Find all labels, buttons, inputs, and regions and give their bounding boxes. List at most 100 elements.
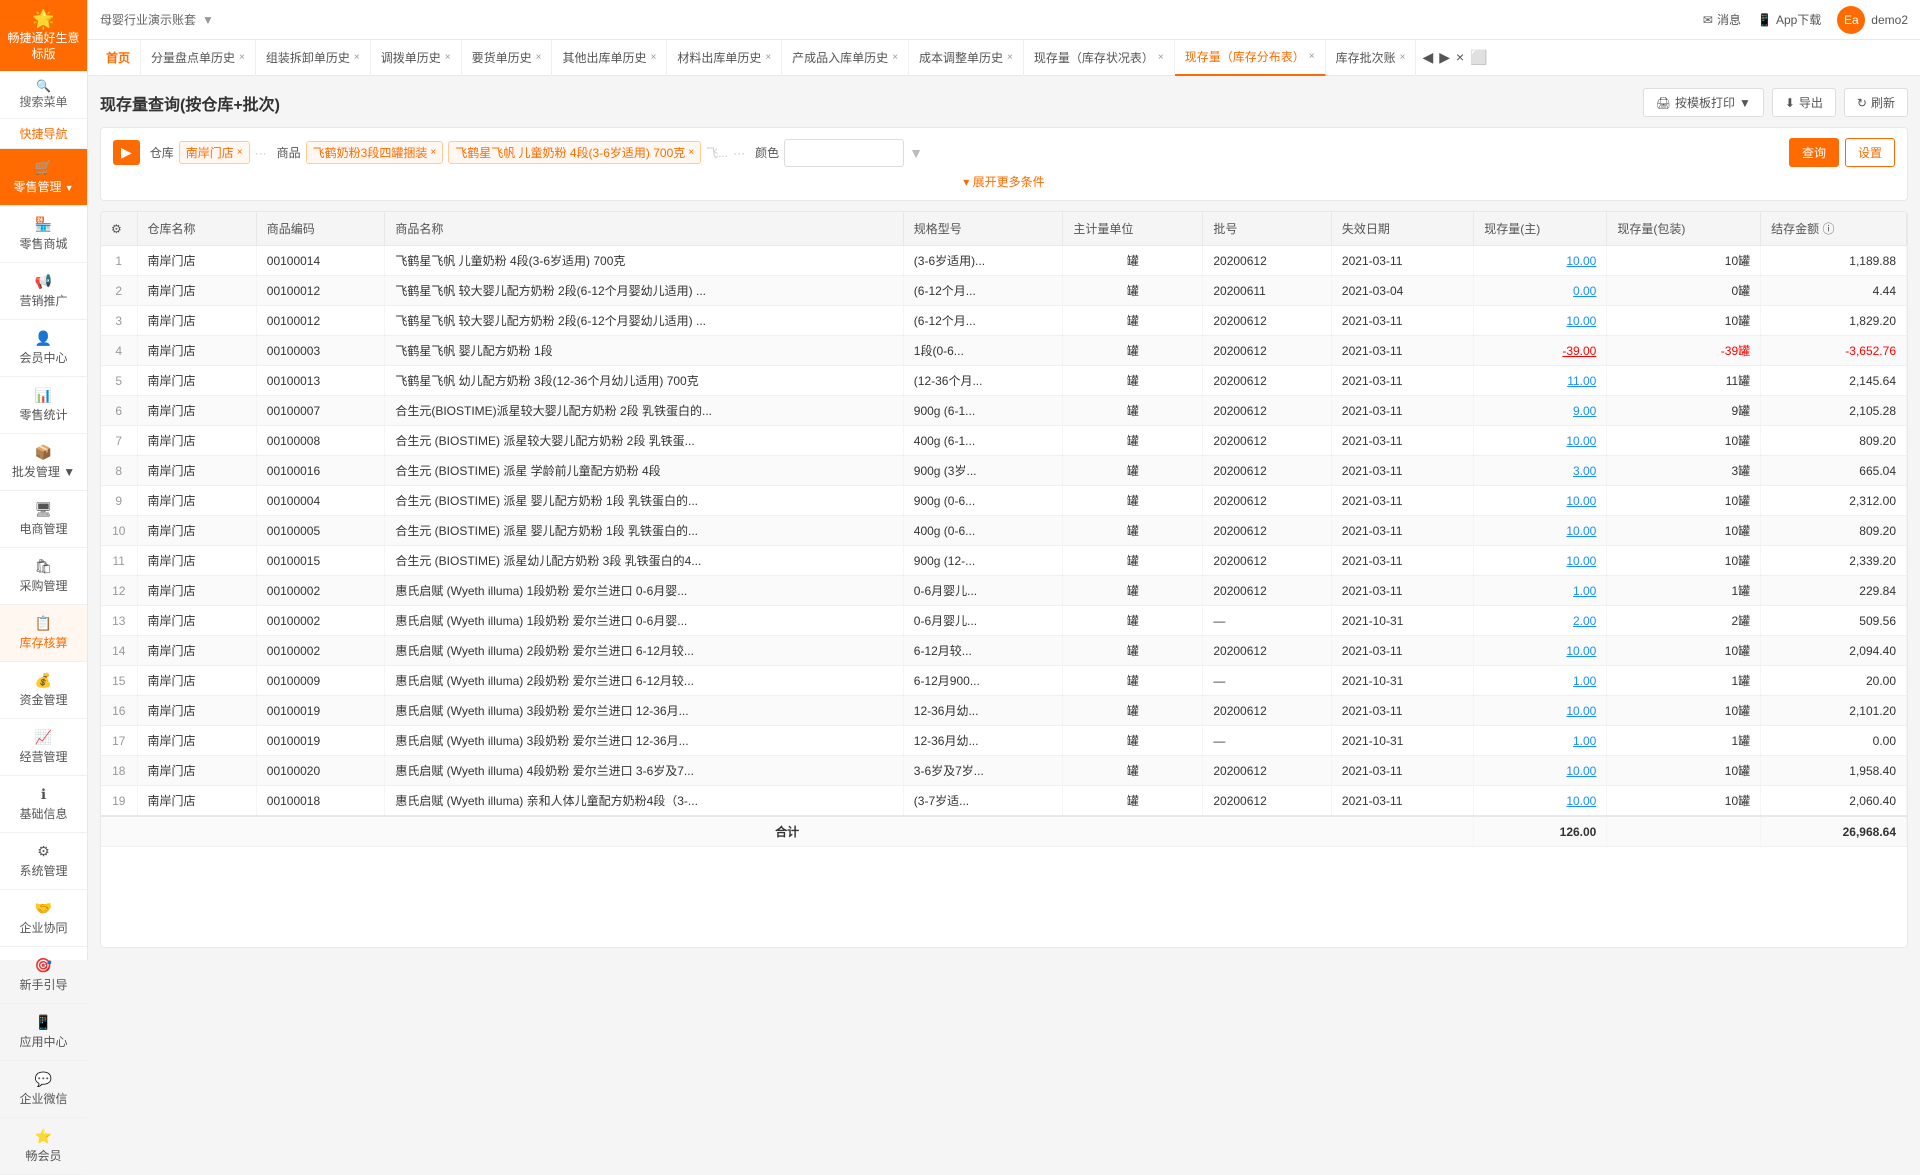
cell-stock-main[interactable]: 10.00 — [1474, 306, 1607, 336]
cell-name[interactable]: 飞鹤星飞帆 婴儿配方奶粉 1段 — [385, 336, 903, 366]
sidebar-item-retail[interactable]: 🛒 零售管理 ▼ — [0, 149, 87, 206]
cell-name[interactable]: 惠氏启赋 (Wyeth illuma) 1段奶粉 爱尔兰进口 0-6月婴... — [385, 576, 903, 606]
sidebar-item-inventory[interactable]: 📋 库存核算 — [0, 605, 87, 662]
sidebar-item-marketing[interactable]: 📢 营销推广 — [0, 263, 87, 320]
goods-more[interactable]: 飞... — [706, 144, 728, 161]
cell-name[interactable]: 合生元 (BIOSTIME) 派星幼儿配方奶粉 3段 乳铁蛋白的4... — [385, 546, 903, 576]
warehouse-tag-close[interactable]: × — [237, 147, 243, 158]
nav-tab-cailiaochuku[interactable]: 材料出库单历史 × — [667, 40, 782, 76]
goods-tag-1[interactable]: 飞鹤奶粉3段四罐捆装 × — [306, 141, 444, 164]
nav-tab-yaohuo[interactable]: 要货单历史 × — [462, 40, 553, 76]
nav-restore[interactable]: ⬜ — [1468, 49, 1489, 66]
nav-tab-chengpinruku[interactable]: 产成品入库单历史 × — [782, 40, 909, 76]
quick-nav-button[interactable]: 快捷导航 — [0, 119, 87, 149]
filter-expand-button[interactable]: ▶ — [113, 140, 140, 165]
cell-stock-main[interactable]: 10.00 — [1474, 636, 1607, 666]
cell-name[interactable]: 惠氏启赋 (Wyeth illuma) 3段奶粉 爱尔兰进口 12-36月... — [385, 696, 903, 726]
warehouse-tag[interactable]: 南岸门店 × — [179, 141, 250, 164]
sidebar-item-retail-stats[interactable]: 📊 零售统计 — [0, 377, 87, 434]
sidebar-item-purchase[interactable]: 🛍 采购管理 — [0, 548, 87, 605]
sidebar-item-ecommerce[interactable]: 🖥 电商管理 — [0, 491, 87, 548]
goods-tag-2[interactable]: 飞鹤星飞帆 儿童奶粉 4段(3-6岁适用) 700克 × — [448, 141, 701, 164]
sidebar-item-finance[interactable]: 💰 资金管理 — [0, 662, 87, 719]
sidebar-item-basic-info[interactable]: ℹ 基础信息 — [0, 776, 87, 833]
warehouse-more[interactable]: ··· — [255, 146, 267, 160]
nav-close-all[interactable]: × — [1454, 49, 1466, 66]
cell-stock-main[interactable]: 2.00 — [1474, 606, 1607, 636]
cell-stock-main[interactable]: -39.00 — [1474, 336, 1607, 366]
cell-stock-main[interactable]: 10.00 — [1474, 756, 1607, 786]
sidebar-item-changhui[interactable]: ⭐ 畅会员 — [0, 1118, 87, 1175]
cell-no: 18 — [101, 756, 137, 786]
cell-stock-main[interactable]: 1.00 — [1474, 726, 1607, 756]
col-settings[interactable]: ⚙ — [101, 212, 137, 246]
cell-name[interactable]: 飞鹤星飞帆 较大婴儿配方奶粉 2段(6-12个月婴幼儿适用) ... — [385, 276, 903, 306]
cell-stock-main[interactable]: 10.00 — [1474, 786, 1607, 817]
cell-name[interactable]: 飞鹤星飞帆 幼儿配方奶粉 3段(12-36个月幼儿适用) 700克 — [385, 366, 903, 396]
cell-stock-main[interactable]: 0.00 — [1474, 276, 1607, 306]
cell-stock-main[interactable]: 3.00 — [1474, 456, 1607, 486]
cell-name[interactable]: 合生元 (BIOSTIME) 派星 学龄前儿童配方奶粉 4段 — [385, 456, 903, 486]
account-selector[interactable]: 母婴行业演示账套 ▼ — [100, 11, 214, 28]
nav-tab-kucunpicizhan[interactable]: 库存批次账 × — [1326, 40, 1417, 76]
sidebar-item-enterprise[interactable]: 🤝 企业协同 — [0, 890, 87, 947]
cell-name[interactable]: 惠氏启赋 (Wyeth illuma) 2段奶粉 爱尔兰进口 6-12月较... — [385, 636, 903, 666]
app-download-button[interactable]: 📱 App下载 — [1757, 11, 1821, 28]
sidebar-item-operations[interactable]: 📈 经营管理 — [0, 719, 87, 776]
sidebar-item-appcenter[interactable]: 📱 应用中心 — [0, 1004, 87, 1061]
color-input[interactable] — [784, 139, 904, 167]
cell-name[interactable]: 惠氏启赋 (Wyeth illuma) 亲和人体儿童配方奶粉4段（3-... — [385, 786, 903, 817]
nav-tab-fenliangpandian[interactable]: 分量盘点单历史 × — [141, 40, 256, 76]
print-template-button[interactable]: 🖨 按模板打印 ▼ — [1643, 88, 1764, 117]
nav-tab-xiancunliang-dist[interactable]: 现存量（库存分布表） × — [1175, 40, 1326, 76]
search-menu-button[interactable]: 🔍 搜索菜单 — [0, 71, 87, 119]
nav-tab-diaobo[interactable]: 调拨单历史 × — [371, 40, 462, 76]
cell-name[interactable]: 惠氏启赋 (Wyeth illuma) 3段奶粉 爱尔兰进口 12-36月... — [385, 726, 903, 756]
nav-tab-qtchuku[interactable]: 其他出库单历史 × — [552, 40, 667, 76]
sidebar-item-wechat-work[interactable]: 💬 企业微信 — [0, 1061, 87, 1118]
refresh-button[interactable]: ↻ 刷新 — [1844, 88, 1908, 117]
nav-tab-zuzhangcaijian[interactable]: 组装拆卸单历史 × — [256, 40, 371, 76]
expand-conditions[interactable]: ▾ 展开更多条件 — [113, 173, 1895, 190]
goods-tag-2-close[interactable]: × — [688, 147, 694, 158]
sidebar-item-mall[interactable]: 🏪 零售商城 — [0, 206, 87, 263]
table-row: 11南岸门店00100015合生元 (BIOSTIME) 派星幼儿配方奶粉 3段… — [101, 546, 1907, 576]
cell-stock-main[interactable]: 1.00 — [1474, 666, 1607, 696]
sidebar-item-system[interactable]: ⚙ 系统管理 — [0, 833, 87, 890]
cell-stock-main[interactable]: 1.00 — [1474, 576, 1607, 606]
sidebar-item-guide[interactable]: 🎯 新手引导 — [0, 947, 87, 1004]
cell-name[interactable]: 合生元 (BIOSTIME) 派星 婴儿配方奶粉 1段 乳铁蛋白的... — [385, 516, 903, 546]
cell-name[interactable]: 合生元 (BIOSTIME) 派星较大婴儿配方奶粉 2段 乳铁蛋... — [385, 426, 903, 456]
nav-scroll-right[interactable]: ▶ — [1437, 49, 1452, 66]
cell-stock-main[interactable]: 11.00 — [1474, 366, 1607, 396]
nav-home[interactable]: 首页 — [96, 40, 141, 76]
cell-stock-main[interactable]: 10.00 — [1474, 696, 1607, 726]
export-button[interactable]: ⬇ 导出 — [1772, 88, 1836, 117]
cell-stock-main[interactable]: 10.00 — [1474, 486, 1607, 516]
cell-stock-main[interactable]: 10.00 — [1474, 516, 1607, 546]
cell-name[interactable]: 惠氏启赋 (Wyeth illuma) 2段奶粉 爱尔兰进口 6-12月较... — [385, 666, 903, 696]
cell-stock-main[interactable]: 10.00 — [1474, 426, 1607, 456]
nav-tab-chengbentiaozhen[interactable]: 成本调整单历史 × — [909, 40, 1024, 76]
cell-stock-main[interactable]: 10.00 — [1474, 246, 1607, 276]
cell-name[interactable]: 惠氏启赋 (Wyeth illuma) 4段奶粉 爱尔兰进口 3-6岁及7... — [385, 756, 903, 786]
settings-button[interactable]: 设置 — [1845, 138, 1895, 167]
goods-tag-1-close[interactable]: × — [430, 147, 436, 158]
sidebar-item-wholesale[interactable]: 📦 批发管理 ▼ — [0, 434, 87, 491]
messages-button[interactable]: ✉ 消息 — [1703, 11, 1741, 28]
cell-name[interactable]: 合生元(BIOSTIME)派星较大婴儿配方奶粉 2段 乳铁蛋白的... — [385, 396, 903, 426]
nav-tab-xiancunliang-status[interactable]: 现存量（库存状况表） × — [1024, 40, 1175, 76]
user-menu[interactable]: Ea demo2 — [1837, 6, 1908, 34]
cell-name[interactable]: 惠氏启赋 (Wyeth illuma) 1段奶粉 爱尔兰进口 0-6月婴... — [385, 606, 903, 636]
color-dropdown[interactable]: ▼ — [909, 145, 923, 161]
nav-scroll-arrows: ◀ ▶ × ⬜ — [1416, 49, 1493, 66]
query-button[interactable]: 查询 — [1789, 138, 1839, 167]
cell-name[interactable]: 合生元 (BIOSTIME) 派星 婴儿配方奶粉 1段 乳铁蛋白的... — [385, 486, 903, 516]
nav-scroll-left[interactable]: ◀ — [1420, 49, 1435, 66]
sidebar-item-member[interactable]: 👤 会员中心 — [0, 320, 87, 377]
cell-stock-main[interactable]: 9.00 — [1474, 396, 1607, 426]
cell-name[interactable]: 飞鹤星飞帆 儿童奶粉 4段(3-6岁适用) 700克 — [385, 246, 903, 276]
cell-name[interactable]: 飞鹤星飞帆 较大婴儿配方奶粉 2段(6-12个月婴幼儿适用) ... — [385, 306, 903, 336]
cell-stock-main[interactable]: 10.00 — [1474, 546, 1607, 576]
goods-extra[interactable]: ··· — [733, 146, 745, 160]
